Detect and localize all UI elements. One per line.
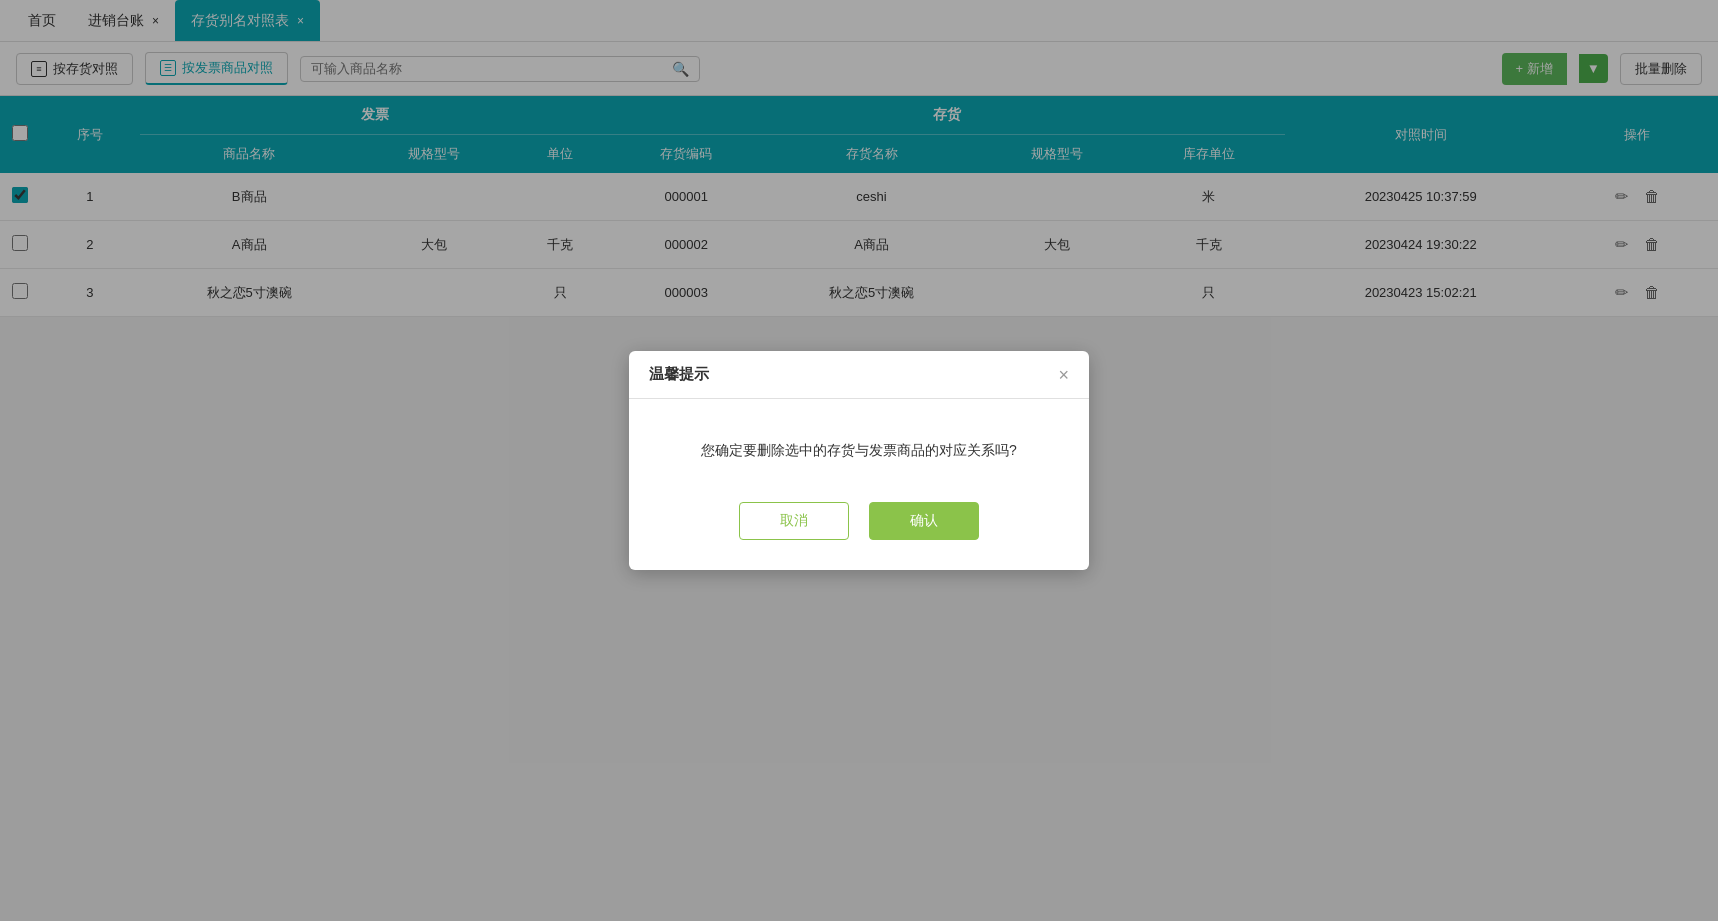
- modal-overlay: 温馨提示 × 您确定要删除选中的存货与发票商品的对应关系吗? 取消 确认: [0, 0, 1718, 317]
